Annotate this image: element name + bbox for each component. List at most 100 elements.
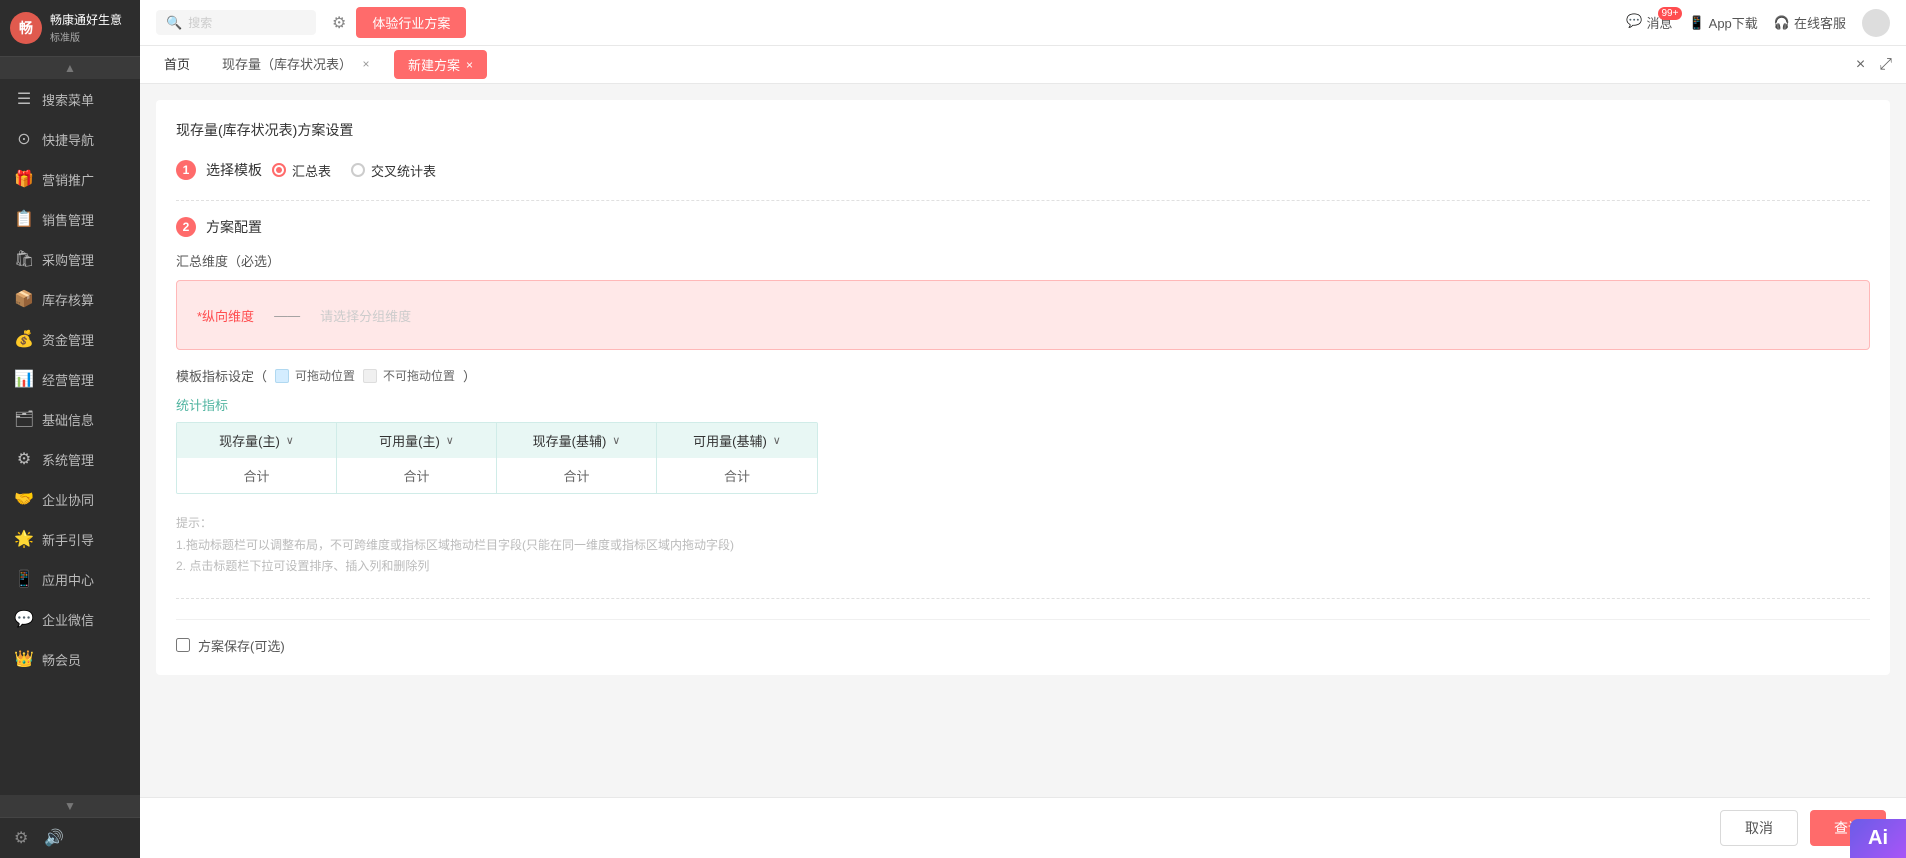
vertical-dim-placeholder[interactable]: 请选择分组维度 — [320, 306, 411, 325]
app-center-icon: 📱 — [14, 569, 34, 589]
sidebar-item-label: 资金管理 — [42, 330, 94, 349]
tab-home[interactable]: 首页 — [150, 46, 204, 83]
close-panel-btn[interactable]: × — [1852, 52, 1869, 78]
step2-section: 2 方案配置 汇总维度（必选） *纵向维度 —— 请选择分组维度 模板指标设定（ — [176, 217, 1870, 578]
sidebar-item-app-center[interactable]: 📱 应用中心 — [0, 559, 140, 599]
system-icon: ⚙ — [14, 449, 34, 469]
template-radio-group: 汇总表 交叉统计表 — [272, 161, 436, 180]
operations-icon: 📊 — [14, 369, 34, 389]
cell-1-4: 合计 — [657, 458, 817, 493]
cell-1-2: 合计 — [337, 458, 497, 493]
vertical-dim-label: *纵向维度 — [197, 306, 254, 325]
cancel-button[interactable]: 取消 — [1720, 810, 1798, 846]
stats-col-3[interactable]: 现存量(基辅) ∨ — [497, 423, 657, 458]
col1-label: 现存量(主) — [219, 431, 280, 450]
radio-dot-cross — [351, 163, 365, 177]
inventory-tab-close[interactable]: × — [358, 56, 374, 72]
tip-2: 2. 点击标题栏下拉可设置排序、插入列和删除列 — [176, 556, 1870, 578]
headset-icon: 🎧 — [1774, 15, 1790, 31]
tabs-bar: 首页 现存量（库存状况表） × 新建方案 × × ⤢ — [140, 46, 1906, 84]
draggable-legend: 可拖动位置 — [275, 367, 355, 384]
sidebar-item-quick-nav[interactable]: ⊙ 快捷导航 — [0, 119, 140, 159]
save-checkbox[interactable] — [176, 638, 190, 652]
indicator-settings-label: 模板指标设定（ 可拖动位置 不可拖动位置 ） — [176, 366, 1870, 385]
enterprise-icon: 🤝 — [14, 489, 34, 509]
sidebar-item-finance[interactable]: 💰 资金管理 — [0, 319, 140, 359]
main-area: 🔍 搜索 ⚙ 体验行业方案 💬 99+ 消息 📱 App下载 🎧 在线客服 — [140, 0, 1906, 858]
draggable-label: 可拖动位置 — [295, 367, 355, 384]
sidebar-item-base-info[interactable]: 🗂 基础信息 — [0, 399, 140, 439]
radio-cross[interactable]: 交叉统计表 — [351, 161, 436, 180]
ai-badge[interactable]: Ai — [1850, 819, 1906, 858]
vertical-dimension-row[interactable]: *纵向维度 —— 请选择分组维度 — [176, 280, 1870, 350]
audio-icon[interactable]: 🔊 — [44, 828, 64, 848]
enterprise-wechat-icon: 💬 — [14, 609, 34, 629]
stats-col-4[interactable]: 可用量(基辅) ∨ — [657, 423, 817, 458]
tab-new-scheme[interactable]: 新建方案 × — [394, 50, 487, 79]
col3-label: 现存量(基辅) — [533, 431, 607, 450]
stats-table-header: 现存量(主) ∨ 可用量(主) ∨ 现存量(基辅) ∨ — [177, 423, 817, 458]
member-icon: 👑 — [14, 649, 34, 669]
home-tab-label: 首页 — [164, 54, 190, 73]
inventory-tab-label: 现存量（库存状况表） — [222, 54, 352, 73]
sales-icon: 📋 — [14, 209, 34, 229]
radio-summary[interactable]: 汇总表 — [272, 161, 331, 180]
radio-dot-summary — [272, 163, 286, 177]
new-scheme-close-icon[interactable]: × — [466, 58, 473, 72]
sidebar-item-label: 营销推广 — [42, 170, 94, 189]
sidebar-item-enterprise-wechat[interactable]: 💬 企业微信 — [0, 599, 140, 639]
settings-gear-icon[interactable]: ⚙ — [332, 13, 346, 33]
col1-chevron[interactable]: ∨ — [286, 434, 294, 447]
content-panel: 现存量(库存状况表)方案设置 1 选择模板 汇总表 交叉统计表 — [156, 100, 1890, 675]
col2-chevron[interactable]: ∨ — [446, 434, 454, 447]
message-wrap[interactable]: 💬 99+ 消息 — [1626, 13, 1672, 32]
sidebar-item-member[interactable]: 👑 畅会员 — [0, 639, 140, 679]
sidebar-item-system[interactable]: ⚙ 系统管理 — [0, 439, 140, 479]
topbar: 🔍 搜索 ⚙ 体验行业方案 💬 99+ 消息 📱 App下载 🎧 在线客服 — [140, 0, 1906, 46]
search-icon: 🔍 — [166, 15, 182, 31]
new-guide-icon: 🌟 — [14, 529, 34, 549]
sidebar-item-label: 应用中心 — [42, 570, 94, 589]
online-service-wrap[interactable]: 🎧 在线客服 — [1774, 13, 1846, 32]
stats-table-body: 合计 合计 合计 合计 — [177, 458, 817, 493]
sidebar-item-marketing[interactable]: 🎁 营销推广 — [0, 159, 140, 199]
vertical-dim-separator: —— — [274, 308, 300, 323]
sidebar-item-enterprise[interactable]: 🤝 企业协同 — [0, 479, 140, 519]
search-input-area[interactable]: 🔍 搜索 — [156, 10, 316, 35]
sidebar-item-label: 销售管理 — [42, 210, 94, 229]
step1-number: 1 — [176, 160, 196, 180]
cell-1-1: 合计 — [177, 458, 337, 493]
sidebar-item-label: 搜索菜单 — [42, 90, 94, 109]
sidebar-item-operations[interactable]: 📊 经营管理 — [0, 359, 140, 399]
non-draggable-label: 不可拖动位置 — [383, 367, 455, 384]
user-avatar[interactable] — [1862, 9, 1890, 37]
sidebar-scroll-up[interactable]: ▲ — [0, 57, 140, 79]
sidebar-item-new-guide[interactable]: 🌟 新手引导 — [0, 519, 140, 559]
new-scheme-label: 新建方案 — [408, 55, 460, 74]
sidebar-item-purchase[interactable]: 🛍 采购管理 — [0, 239, 140, 279]
step2-header: 2 方案配置 — [176, 217, 1870, 237]
settings-icon[interactable]: ⚙ — [14, 828, 28, 848]
sidebar-item-search-menu[interactable]: ☰ 搜索菜单 — [0, 79, 140, 119]
expand-panel-btn[interactable]: ⤢ — [1875, 52, 1896, 78]
col3-chevron[interactable]: ∨ — [612, 434, 620, 447]
tab-inventory-status[interactable]: 现存量（库存状况表） × — [208, 46, 388, 83]
app-download-wrap[interactable]: 📱 App下载 — [1688, 13, 1757, 32]
sidebar-item-label: 畅会员 — [42, 650, 81, 669]
sidebar-item-inventory[interactable]: 📦 库存核算 — [0, 279, 140, 319]
sidebar: 畅 畅康通好生意 标准版 ▲ ☰ 搜索菜单 ⊙ 快捷导航 🎁 营销推广 📋 销售… — [0, 0, 140, 858]
stats-col-1[interactable]: 现存量(主) ∨ — [177, 423, 337, 458]
logo-icon: 畅 — [10, 12, 42, 44]
col4-chevron[interactable]: ∨ — [773, 434, 781, 447]
topbar-right: 💬 99+ 消息 📱 App下载 🎧 在线客服 — [1626, 9, 1890, 37]
trial-industry-btn[interactable]: 体验行业方案 — [356, 7, 466, 38]
sidebar-item-label: 经营管理 — [42, 370, 94, 389]
sidebar-item-label: 新手引导 — [42, 530, 94, 549]
col4-label: 可用量(基辅) — [693, 431, 767, 450]
stats-col-2[interactable]: 可用量(主) ∨ — [337, 423, 497, 458]
sidebar-logo: 畅 畅康通好生意 标准版 — [0, 0, 140, 57]
sidebar-item-sales[interactable]: 📋 销售管理 — [0, 199, 140, 239]
sidebar-scroll-down[interactable]: ▼ — [0, 795, 140, 817]
content-area: 现存量(库存状况表)方案设置 1 选择模板 汇总表 交叉统计表 — [140, 84, 1906, 797]
step1-header: 1 选择模板 汇总表 交叉统计表 — [176, 160, 1870, 180]
